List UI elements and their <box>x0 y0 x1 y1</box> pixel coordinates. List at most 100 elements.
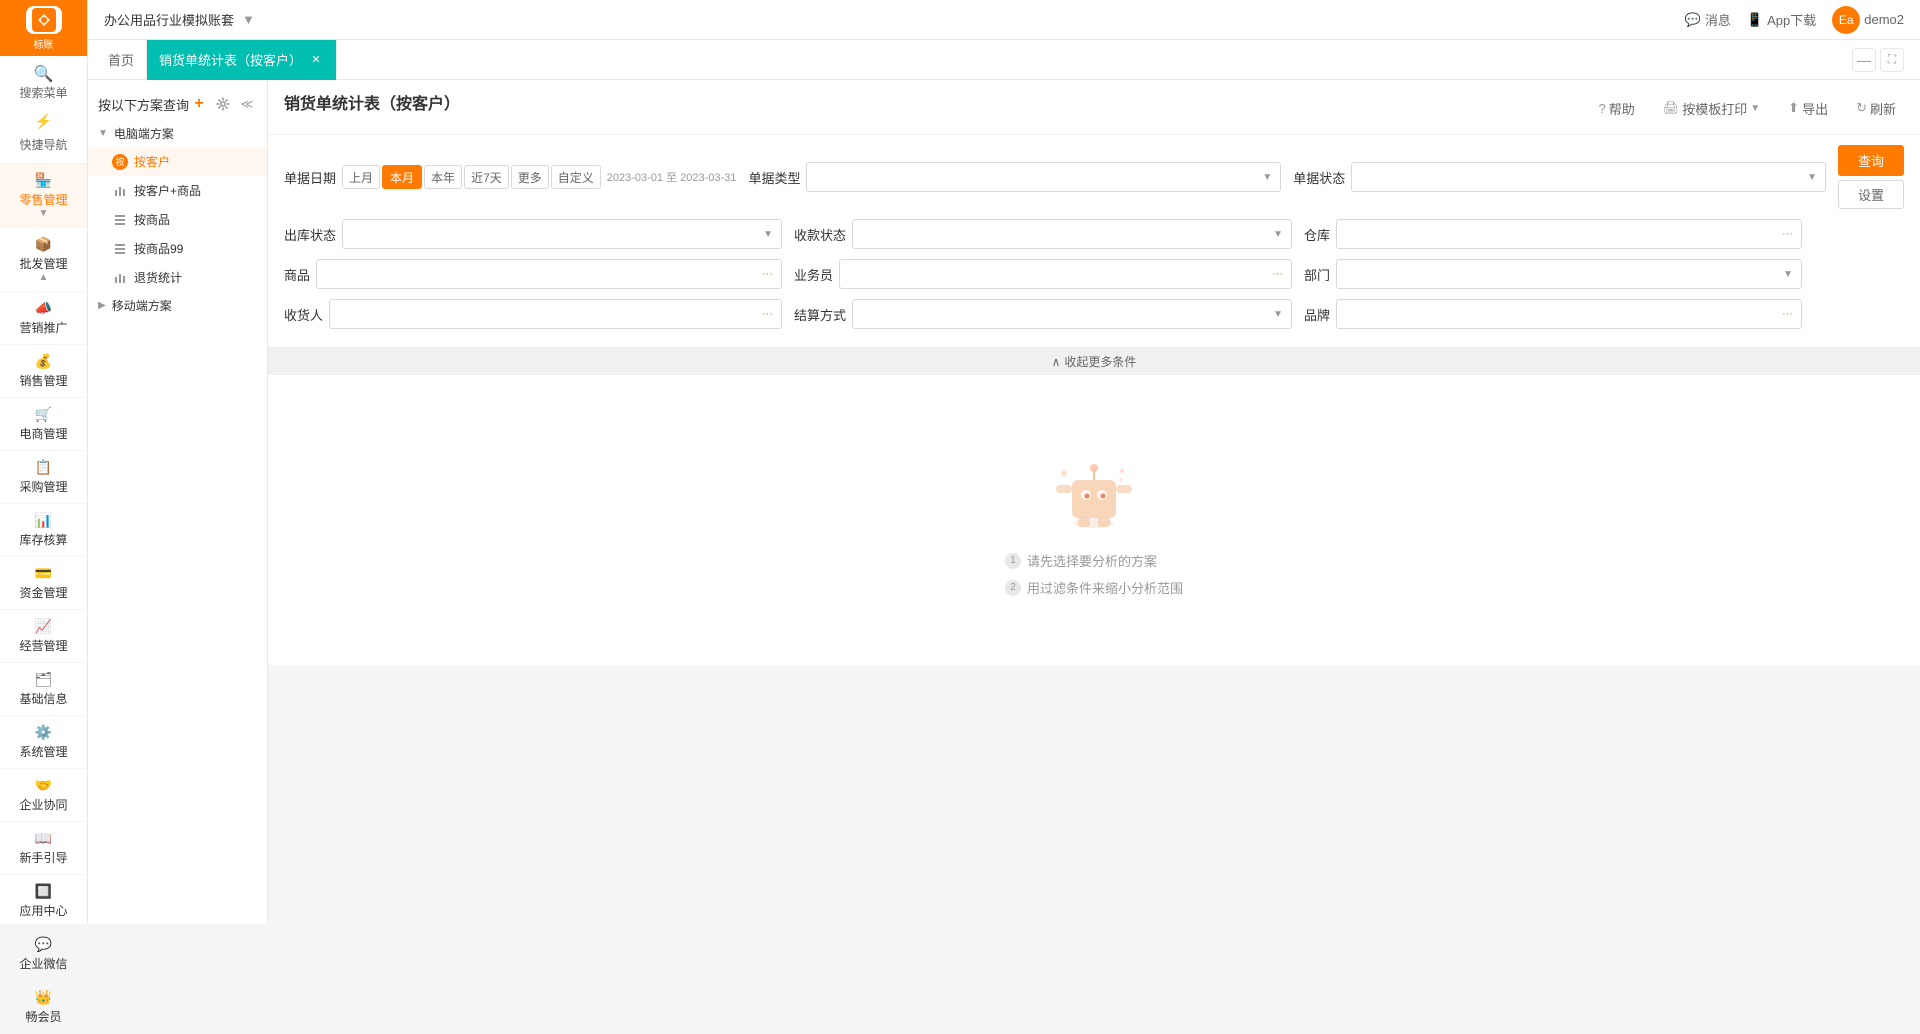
sidebar-item-retail[interactable]: 🏪 零售管理 ▼ <box>0 164 87 228</box>
app-download-btn[interactable]: 📱 App下载 <box>1747 10 1816 29</box>
print-dropdown-icon[interactable]: ▼ <box>1750 103 1760 114</box>
brand-select[interactable]: ··· <box>1336 299 1802 329</box>
tab-minimize-btn[interactable]: — <box>1852 48 1876 72</box>
panel-group-mobile-title[interactable]: ▶ 移动端方案 <box>88 292 267 319</box>
empty-state: 1 请先选择要分析的方案 2 用过滤条件来缩小分析范围 <box>268 375 1920 665</box>
help-btn[interactable]: ? 帮助 <box>1590 95 1642 122</box>
product-label: 商品 <box>284 265 310 284</box>
panel-settings-btn[interactable] <box>213 94 233 114</box>
arrow-icon-wholesale: ▲ <box>39 272 49 283</box>
sidebar-item-marketing[interactable]: 📣 营销推广 <box>0 292 87 345</box>
sidebar: 标账 🔍 搜索菜单 ⚡ 快捷导航 🏪 零售管理 ▼ 📦 批发管理 ▲ 📣 营销推… <box>0 0 88 924</box>
refresh-btn[interactable]: ↻ 刷新 <box>1848 95 1904 122</box>
date-custom[interactable]: 自定义 <box>551 165 601 189</box>
panel-collapse-btn[interactable]: ≪ <box>237 94 257 114</box>
settings-btn[interactable]: 设置 <box>1838 180 1904 209</box>
collection-status-select[interactable]: ▼ <box>852 219 1292 249</box>
logo-icon <box>26 6 62 34</box>
app-title: 办公用品行业模拟账套 <box>104 10 234 29</box>
sidebar-label-apps: 应用中心 <box>19 902 67 919</box>
date-7days[interactable]: 近7天 <box>464 165 509 189</box>
product99-icon <box>112 241 128 257</box>
panel-title: 按以下方案查询 <box>98 95 189 114</box>
department-select[interactable]: ▼ <box>1336 259 1802 289</box>
date-this-month[interactable]: 本月 <box>382 165 422 189</box>
collection-label: 收款状态 <box>794 225 846 244</box>
sidebar-item-basic[interactable]: 🗂 基础信息 <box>0 663 87 716</box>
sidebar-label-purchase: 采购管理 <box>19 478 67 495</box>
tab-home[interactable]: 首页 <box>96 40 147 80</box>
sidebar-item-apps[interactable]: 🔲 应用中心 <box>0 875 87 928</box>
date-last-month[interactable]: 上月 <box>342 165 380 189</box>
panel-item-by-product[interactable]: 按商品 <box>88 205 267 234</box>
collapse-bar[interactable]: ∧ 收起更多条件 <box>268 348 1920 375</box>
page-title: 销货单统计表（按客户） <box>284 90 460 114</box>
tab-maximize-btn[interactable]: ⛶ <box>1880 48 1904 72</box>
print-btn[interactable]: 🖨 按模板打印 ▼ <box>1655 95 1768 122</box>
sidebar-label-ecom: 电商管理 <box>19 425 67 442</box>
salesperson-select[interactable]: ··· <box>839 259 1292 289</box>
message-btn[interactable]: 💬 消息 <box>1685 10 1731 29</box>
tip-num-2: 2 <box>1005 580 1021 596</box>
query-btn[interactable]: 查询 <box>1838 145 1904 176</box>
out-status-select[interactable]: ▼ <box>342 219 782 249</box>
collapse-icon: ∧ <box>1052 355 1061 369</box>
sidebar-item-inventory[interactable]: 📊 库存核算 <box>0 504 87 557</box>
return-icon <box>112 270 128 286</box>
sidebar-search[interactable]: 🔍 搜索菜单 <box>0 56 87 109</box>
sidebar-item-system[interactable]: ⚙️ 系统管理 <box>0 716 87 769</box>
panel-add-btn[interactable]: + <box>189 94 209 114</box>
warehouse-select[interactable]: ··· <box>1336 219 1802 249</box>
sidebar-item-guide[interactable]: 📖 新手引导 <box>0 822 87 875</box>
warehouse-label: 仓库 <box>1304 225 1330 244</box>
mobile-group-icon: ▶ <box>98 300 106 311</box>
panel-header: 按以下方案查询 + ≪ <box>88 88 267 120</box>
panel-item-by-customer[interactable]: 按 按客户 <box>88 147 267 176</box>
receiver-select[interactable]: ··· <box>329 299 782 329</box>
tab-sales-stat[interactable]: 销货单统计表（按客户） ✕ <box>147 40 337 80</box>
panel-item-product-99[interactable]: 按商品99 <box>88 234 267 263</box>
tip-num-1: 1 <box>1005 553 1021 569</box>
tip-item-2: 2 用过滤条件来缩小分析范围 <box>1005 578 1183 597</box>
panel-actions: + ≪ <box>189 94 257 114</box>
order-status-select[interactable]: ▼ <box>1351 162 1826 192</box>
salesperson-label: 业务员 <box>794 265 833 284</box>
product-select[interactable]: ··· <box>316 259 782 289</box>
settlement-label: 结算方式 <box>794 305 846 324</box>
header-dropdown-icon[interactable]: ▼ <box>242 12 255 27</box>
arrow-icon-retail: ▼ <box>39 208 49 219</box>
settlement-select[interactable]: ▼ <box>852 299 1292 329</box>
sidebar-item-purchase[interactable]: 📋 采购管理 <box>0 451 87 504</box>
app-download-label: App下载 <box>1767 10 1816 29</box>
sidebar-item-ecom[interactable]: 🛒 电商管理 <box>0 398 87 451</box>
sidebar-item-operation[interactable]: 📈 经营管理 <box>0 610 87 663</box>
sidebar-item-enterprise[interactable]: 🤝 企业协同 <box>0 769 87 822</box>
sidebar-label-operation: 经营管理 <box>19 637 67 654</box>
group-label-mobile: 移动端方案 <box>112 297 172 314</box>
refresh-label: 刷新 <box>1870 99 1896 118</box>
date-this-year[interactable]: 本年 <box>424 165 462 189</box>
avatar-text: Ea <box>1839 13 1854 27</box>
sidebar-item-wechat[interactable]: 💬 企业微信 <box>0 928 87 981</box>
sidebar-label-wechat: 企业微信 <box>19 955 67 972</box>
panel-item-return-stat[interactable]: 退货统计 <box>88 263 267 292</box>
order-status-label: 单据状态 <box>1293 168 1345 187</box>
item-label-return: 退货统计 <box>134 269 182 286</box>
tab-close-btn[interactable]: ✕ <box>308 52 324 68</box>
item-label-product99: 按商品99 <box>134 240 183 257</box>
panel-item-customer-product[interactable]: 按客户+商品 <box>88 176 267 205</box>
sidebar-item-finance[interactable]: 💳 资金管理 <box>0 557 87 610</box>
tab-bar: 首页 销货单统计表（按客户） ✕ — ⛶ <box>88 40 1920 80</box>
sidebar-item-wholesale[interactable]: 📦 批发管理 ▲ <box>0 228 87 292</box>
logo-text: 标账 <box>34 36 54 51</box>
date-more[interactable]: 更多 <box>511 165 549 189</box>
tip-item-1: 1 请先选择要分析的方案 <box>1005 551 1183 570</box>
sidebar-label-inventory: 库存核算 <box>19 531 67 548</box>
sidebar-item-member[interactable]: 👑 畅会员 <box>0 981 87 1034</box>
quick-nav[interactable]: ⚡ 快捷导航 <box>0 109 87 164</box>
user-menu[interactable]: Ea demo2 <box>1832 6 1904 34</box>
order-type-select[interactable]: ▼ <box>806 162 1281 192</box>
panel-group-desktop-title[interactable]: ▼ 电脑端方案 <box>88 120 267 147</box>
sidebar-item-sales[interactable]: 💰 销售管理 <box>0 345 87 398</box>
export-btn[interactable]: ⬆ 导出 <box>1780 95 1836 122</box>
